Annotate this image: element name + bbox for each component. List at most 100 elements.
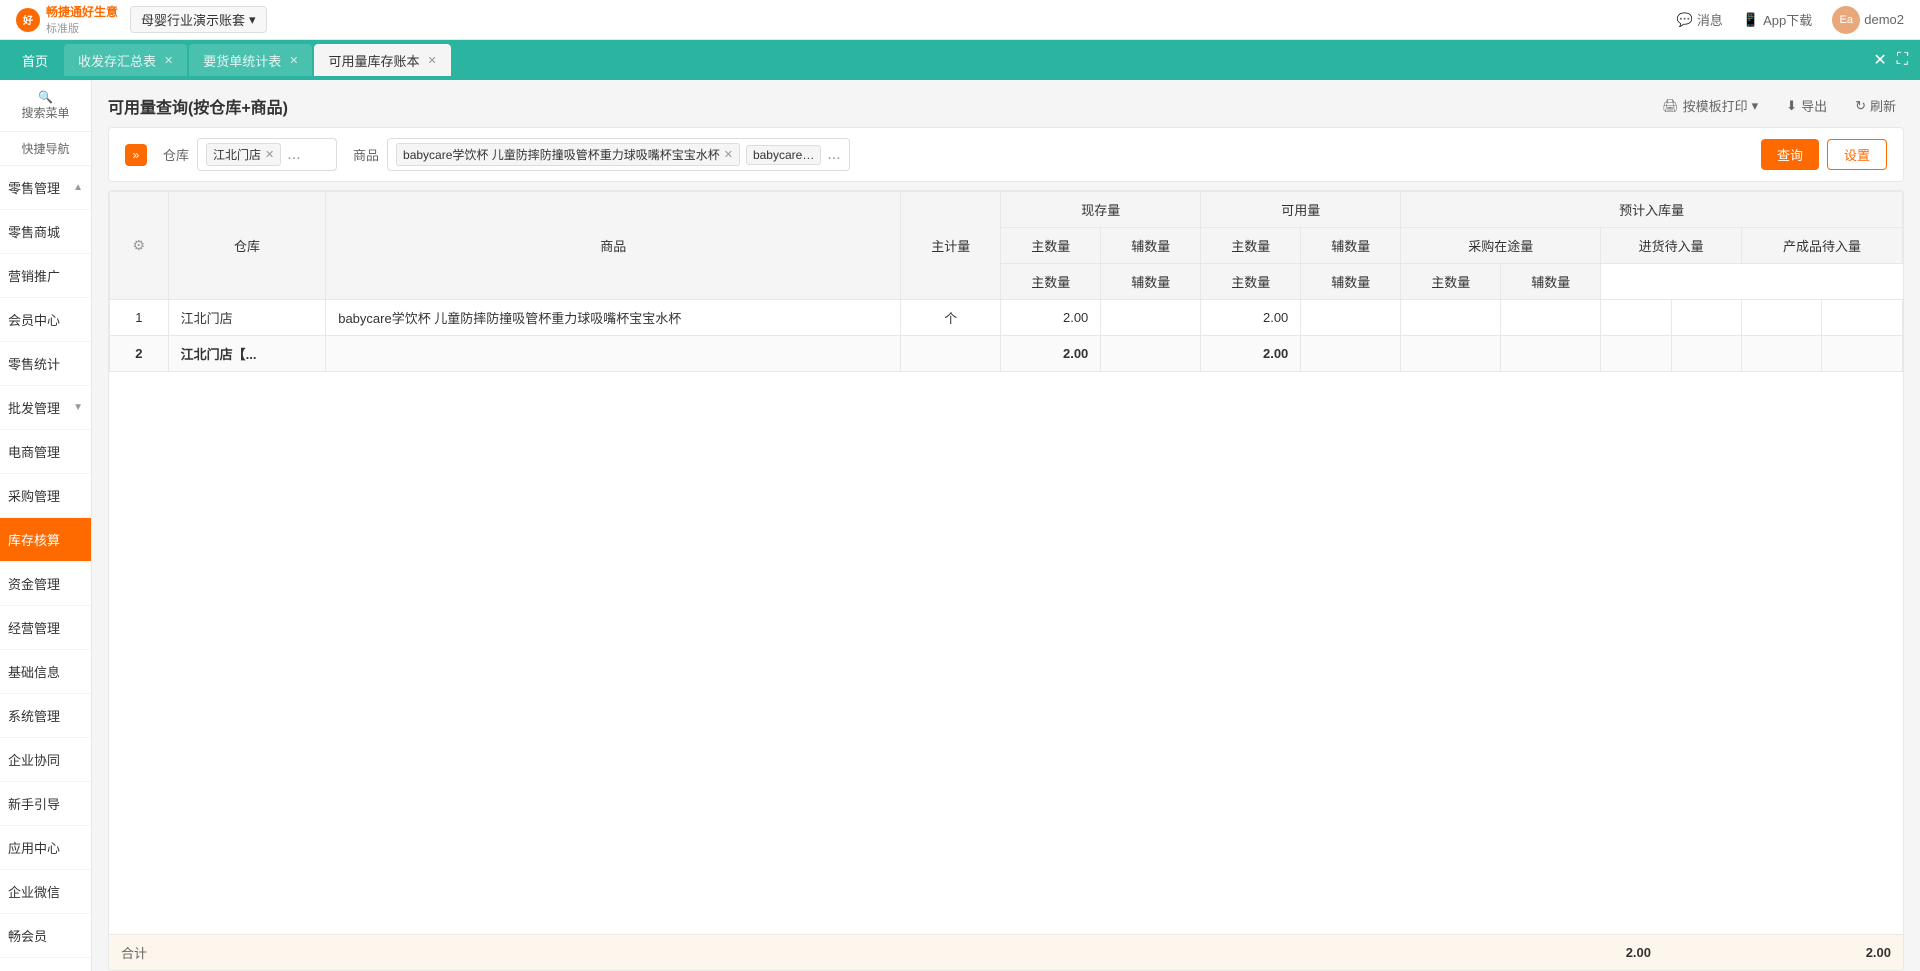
table-footer: 合计 2.00 2.00 bbox=[109, 934, 1903, 970]
row2-warehouse: 江北门店【... bbox=[168, 336, 326, 372]
data-table: ⚙ 仓库 商品 主计量 现存量 可用量 预计入库量 主数量 辅数量 主数量 bbox=[109, 191, 1903, 372]
col-available-group: 可用量 bbox=[1201, 192, 1401, 228]
col-warehouse: 仓库 bbox=[168, 192, 326, 300]
tab-bar: 首页 收发存汇总表 ✕ 要货单统计表 ✕ 可用量库存账本 ✕ ✕ ⛶ bbox=[0, 40, 1920, 80]
page-title: 可用量查询(按仓库+商品) bbox=[108, 94, 288, 118]
col-available-main-h: 主数量 bbox=[1201, 228, 1301, 264]
content-area: 可用量查询(按仓库+商品) 🖨 按模板打印 ▾ ⬇ 导出 ↻ 刷新 » bbox=[92, 80, 1920, 971]
page-actions: 🖨 按模板打印 ▾ ⬇ 导出 ↻ 刷新 bbox=[1654, 92, 1904, 119]
filter-bar: » 仓库 江北门店 ✕ ... 商品 babycare学饮杯 儿童防摔防撞吸管杯… bbox=[108, 127, 1904, 182]
row1-purchase-sub bbox=[1501, 300, 1601, 336]
header-right: 💬 消息 📱 App下载 Ea demo2 bbox=[1677, 6, 1904, 34]
table-scroll[interactable]: ⚙ 仓库 商品 主计量 现存量 可用量 预计入库量 主数量 辅数量 主数量 bbox=[109, 191, 1903, 934]
sidebar-item-inventory[interactable]: 库存核算 bbox=[0, 518, 91, 562]
sidebar-item-ecommerce[interactable]: 电商管理 bbox=[0, 430, 91, 474]
sidebar-item-enterprise[interactable]: 企业协同 bbox=[0, 738, 91, 782]
tab-available-inventory[interactable]: 可用量库存账本 ✕ bbox=[314, 44, 450, 76]
row1-incoming-sub bbox=[1671, 300, 1741, 336]
top-header: 好 畅捷通好生意 标准版 母婴行业演示账套 ▾ 💬 消息 📱 App下载 Ea … bbox=[0, 0, 1920, 40]
col-gear[interactable]: ⚙ bbox=[110, 192, 169, 300]
sidebar-search[interactable]: 🔍 搜索菜单 bbox=[0, 80, 91, 132]
product-input[interactable]: babycare学饮杯 儿童防摔防撞吸管杯重力球吸嘴杯宝宝水杯 ✕ babyca… bbox=[387, 138, 850, 171]
sidebar-item-operations[interactable]: 经营管理 bbox=[0, 606, 91, 650]
col-stock-main-h: 主数量 bbox=[1001, 228, 1101, 264]
col-available-sub-h: 辅数量 bbox=[1301, 228, 1401, 264]
page-header: 可用量查询(按仓库+商品) 🖨 按模板打印 ▾ ⬇ 导出 ↻ 刷新 bbox=[92, 80, 1920, 127]
product-label: 商品 bbox=[353, 145, 379, 164]
industry-selector[interactable]: 母婴行业演示账套 ▾ bbox=[130, 6, 267, 33]
query-button[interactable]: 查询 bbox=[1761, 139, 1819, 170]
col-production-sub-h: 辅数量 bbox=[1501, 264, 1601, 300]
row2-index: 2 bbox=[110, 336, 169, 372]
row2-available-main: 2.00 bbox=[1201, 336, 1301, 372]
refresh-action[interactable]: ↻ 刷新 bbox=[1847, 92, 1904, 119]
user-profile[interactable]: Ea demo2 bbox=[1832, 6, 1904, 34]
sidebar-item-appstore[interactable]: 应用中心 bbox=[0, 826, 91, 870]
sidebar-item-retail-stats[interactable]: 零售统计 bbox=[0, 342, 91, 386]
sidebar-item-system[interactable]: 系统管理 bbox=[0, 694, 91, 738]
col-incoming-sub-h: 辅数量 bbox=[1301, 264, 1401, 300]
row2-incoming-sub bbox=[1671, 336, 1741, 372]
filter-actions: 查询 设置 bbox=[1761, 139, 1887, 170]
row1-unit: 个 bbox=[901, 300, 1001, 336]
tab-order-stats[interactable]: 要货单统计表 ✕ bbox=[189, 44, 312, 76]
table-row-subtotal: 2 江北门店【... 2.00 2.00 bbox=[110, 336, 1903, 372]
col-expected-group: 预计入库量 bbox=[1401, 192, 1903, 228]
warehouse-more[interactable]: ... bbox=[287, 146, 300, 164]
logo-area: 好 畅捷通好生意 标准版 bbox=[16, 3, 118, 36]
table-container: ⚙ 仓库 商品 主计量 现存量 可用量 预计入库量 主数量 辅数量 主数量 bbox=[108, 190, 1904, 971]
col-product: 商品 bbox=[326, 192, 901, 300]
sidebar-quicknav[interactable]: 快捷导航 bbox=[0, 132, 91, 166]
col-purchase-sub-h: 辅数量 bbox=[1101, 264, 1201, 300]
template-print-action[interactable]: 🖨 按模板打印 ▾ bbox=[1654, 92, 1766, 119]
sidebar-item-marketing[interactable]: 营销推广 bbox=[0, 254, 91, 298]
setting-button[interactable]: 设置 bbox=[1827, 139, 1887, 170]
row1-stock-sub bbox=[1101, 300, 1201, 336]
tab-close-available-inventory[interactable]: ✕ bbox=[428, 54, 437, 67]
row1-purchase-main bbox=[1401, 300, 1501, 336]
header-left: 好 畅捷通好生意 标准版 母婴行业演示账套 ▾ bbox=[16, 3, 267, 36]
warehouse-input[interactable]: 江北门店 ✕ ... bbox=[197, 138, 337, 171]
sidebar-item-retail[interactable]: 零售管理 ▲ bbox=[0, 166, 91, 210]
export-action[interactable]: ⬇ 导出 bbox=[1778, 92, 1835, 119]
warehouse-tag: 江北门店 ✕ bbox=[206, 143, 281, 166]
product-tag1: babycare学饮杯 儿童防摔防撞吸管杯重力球吸嘴杯宝宝水杯 ✕ bbox=[396, 143, 740, 166]
warehouse-tag-close[interactable]: ✕ bbox=[265, 148, 274, 161]
row2-purchase-sub bbox=[1501, 336, 1601, 372]
sidebar-item-newbie[interactable]: 新手引导 bbox=[0, 782, 91, 826]
row1-index: 1 bbox=[110, 300, 169, 336]
tab-close-order-stats[interactable]: ✕ bbox=[289, 54, 298, 67]
product-tag2: babycare… bbox=[746, 145, 821, 165]
row1-warehouse: 江北门店 bbox=[168, 300, 326, 336]
sidebar-item-basic[interactable]: 基础信息 bbox=[0, 650, 91, 694]
message-action[interactable]: 💬 消息 bbox=[1677, 10, 1723, 29]
sidebar-item-retail-shop[interactable]: 零售商城 bbox=[0, 210, 91, 254]
col-production-main-h: 主数量 bbox=[1401, 264, 1501, 300]
tab-close-receive-summary[interactable]: ✕ bbox=[164, 54, 173, 67]
tab-home[interactable]: 首页 bbox=[8, 44, 62, 76]
sidebar-item-vip[interactable]: 畅会员 bbox=[0, 914, 91, 958]
tab-receive-summary[interactable]: 收发存汇总表 ✕ bbox=[64, 44, 187, 76]
warehouse-label: 仓库 bbox=[163, 145, 189, 164]
row2-product bbox=[326, 336, 901, 372]
avatar: Ea bbox=[1832, 6, 1860, 34]
tab-expand[interactable]: ⛶ bbox=[1893, 47, 1912, 73]
sidebar-item-wholesale[interactable]: 批发管理 ▼ bbox=[0, 386, 91, 430]
username: demo2 bbox=[1864, 12, 1904, 27]
logo-text: 畅捷通好生意 标准版 bbox=[46, 3, 118, 36]
sidebar-item-purchase[interactable]: 采购管理 bbox=[0, 474, 91, 518]
sidebar-item-finance[interactable]: 资金管理 bbox=[0, 562, 91, 606]
row1-available-main: 2.00 bbox=[1201, 300, 1301, 336]
row1-production-sub bbox=[1822, 300, 1903, 336]
product-more[interactable]: ... bbox=[827, 146, 840, 164]
col-incoming-main-h: 主数量 bbox=[1201, 264, 1301, 300]
sidebar-item-wechat[interactable]: 企业微信 bbox=[0, 870, 91, 914]
sidebar-item-member[interactable]: 会员中心 bbox=[0, 298, 91, 342]
row1-product: babycare学饮杯 儿童防摔防撞吸管杯重力球吸嘴杯宝宝水杯 bbox=[326, 300, 901, 336]
row1-incoming-main bbox=[1601, 300, 1671, 336]
row1-production-main bbox=[1741, 300, 1821, 336]
app-download-action[interactable]: 📱 App下载 bbox=[1743, 10, 1812, 29]
filter-expand-btn[interactable]: » bbox=[125, 144, 147, 166]
product-tag1-close[interactable]: ✕ bbox=[724, 148, 733, 161]
tab-close-all[interactable]: ✕ bbox=[1869, 46, 1890, 74]
